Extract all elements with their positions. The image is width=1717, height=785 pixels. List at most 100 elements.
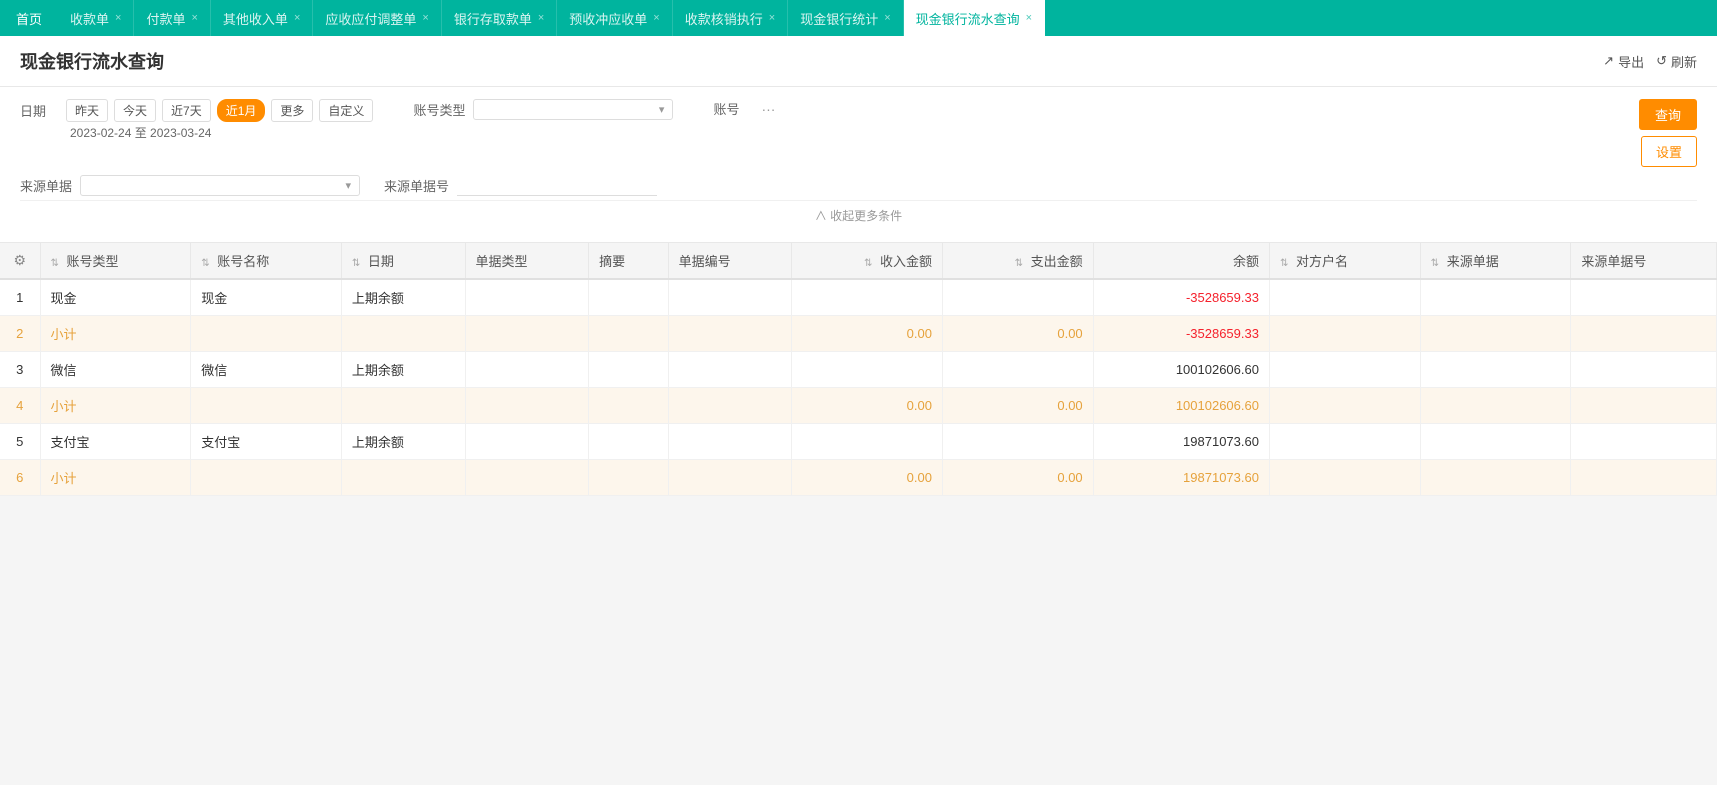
row-source-doc — [1420, 460, 1571, 496]
th-income[interactable]: ⇅ 收入金额 — [792, 243, 943, 279]
row-income — [792, 279, 943, 316]
nav-tab-bank-deposit[interactable]: 银行存取款单 × — [442, 0, 557, 36]
close-icon[interactable]: × — [115, 12, 121, 24]
date-btn-1month[interactable]: 近1月 — [217, 99, 266, 122]
th-account-name[interactable]: ⇅ 账号名称 — [191, 243, 342, 279]
row-date: 上期余额 — [341, 352, 465, 388]
page-header: 现金银行流水查询 ↗ 导出 ↺ 刷新 — [0, 36, 1717, 87]
row-doc-no — [668, 279, 792, 316]
table-header: ⚙ ⇅ 账号类型 ⇅ 账号名称 ⇅ 日期 单据类型 摘要 — [0, 243, 1717, 279]
chevron-down-icon: ▾ — [345, 179, 351, 192]
th-source-doc[interactable]: ⇅ 来源单据 — [1420, 243, 1571, 279]
row-account-name: 支付宝 — [191, 424, 342, 460]
account-type-label: 账号类型 — [413, 100, 465, 119]
settings-icon[interactable]: ⚙ — [13, 252, 26, 268]
date-btn-yesterday[interactable]: 昨天 — [66, 99, 108, 122]
close-icon[interactable]: × — [538, 12, 544, 24]
source-doc-no-group: 来源单据号 — [384, 176, 657, 196]
row-source-doc — [1420, 279, 1571, 316]
table-row: 2 小计 0.00 0.00 -3528659.33 — [0, 316, 1717, 352]
row-balance: 19871073.60 — [1093, 460, 1269, 496]
sort-icon: ⇅ — [201, 258, 209, 269]
th-summary: 摘要 — [589, 243, 669, 279]
nav-home[interactable]: 首页 — [0, 0, 58, 36]
nav-tab-other-income[interactable]: 其他收入单 × — [211, 0, 313, 36]
close-icon[interactable]: × — [884, 12, 890, 24]
row-summary — [589, 279, 669, 316]
source-doc-no-input[interactable] — [457, 176, 657, 196]
close-icon[interactable]: × — [294, 12, 300, 24]
row-expense: 0.00 — [942, 460, 1093, 496]
close-icon[interactable]: × — [769, 12, 775, 24]
row-account-name: 现金 — [191, 279, 342, 316]
row-account-type: 小计 — [40, 460, 191, 496]
close-icon[interactable]: × — [191, 12, 197, 24]
table-row: 3 微信 微信 上期余额 100102606.60 — [0, 352, 1717, 388]
row-counterpart — [1269, 279, 1420, 316]
date-btn-7days[interactable]: 近7天 — [162, 99, 211, 122]
row-num: 4 — [0, 388, 40, 424]
row-doc-type — [465, 279, 589, 316]
date-range-display: 2023-02-24 至 2023-03-24 — [70, 126, 211, 140]
export-button[interactable]: ↗ 导出 — [1603, 52, 1644, 71]
table-row: 1 现金 现金 上期余额 -3528659.33 — [0, 279, 1717, 316]
date-btn-custom[interactable]: 自定义 — [319, 99, 373, 122]
row-income: 0.00 — [792, 316, 943, 352]
row-balance: 100102606.60 — [1093, 388, 1269, 424]
nav-tab-stats[interactable]: 现金银行统计 × — [788, 0, 903, 36]
collapse-bar[interactable]: ∧ 收起更多条件 — [20, 200, 1697, 230]
account-label: 账号 — [713, 99, 753, 118]
account-type-select[interactable]: ▾ — [473, 99, 673, 120]
refresh-button[interactable]: ↺ 刷新 — [1656, 52, 1697, 71]
th-doc-type: 单据类型 — [465, 243, 589, 279]
sort-icon: ⇅ — [1431, 258, 1439, 269]
row-doc-no — [668, 424, 792, 460]
row-doc-type — [465, 388, 589, 424]
export-icon: ↗ — [1603, 53, 1614, 69]
row-summary — [589, 316, 669, 352]
row-counterpart — [1269, 388, 1420, 424]
close-icon[interactable]: × — [1026, 12, 1032, 24]
row-balance: -3528659.33 — [1093, 316, 1269, 352]
account-dots[interactable]: ··· — [761, 101, 775, 117]
close-icon[interactable]: × — [422, 12, 428, 24]
row-source-doc-no — [1571, 316, 1717, 352]
date-btn-today[interactable]: 今天 — [114, 99, 156, 122]
settings-button[interactable]: 设置 — [1641, 136, 1697, 167]
date-btn-more[interactable]: 更多 — [271, 99, 313, 122]
flow-table: ⚙ ⇅ 账号类型 ⇅ 账号名称 ⇅ 日期 单据类型 摘要 — [0, 243, 1717, 496]
row-source-doc-no — [1571, 388, 1717, 424]
row-source-doc — [1420, 424, 1571, 460]
nav-tab-receipts[interactable]: 收款单 × — [58, 0, 134, 36]
row-income — [792, 352, 943, 388]
source-doc-select[interactable]: ▾ — [80, 175, 360, 196]
th-doc-no: 单据编号 — [668, 243, 792, 279]
th-account-type[interactable]: ⇅ 账号类型 — [40, 243, 191, 279]
row-source-doc-no — [1571, 352, 1717, 388]
close-icon[interactable]: × — [653, 12, 659, 24]
nav-tab-adjustment[interactable]: 应收应付调整单 × — [313, 0, 441, 36]
source-doc-label: 来源单据 — [20, 176, 72, 195]
query-button[interactable]: 查询 — [1639, 99, 1697, 130]
row-expense — [942, 352, 1093, 388]
th-expense[interactable]: ⇅ 支出金额 — [942, 243, 1093, 279]
date-filter-group: 日期 昨天 今天 近7天 近1月 更多 自定义 2023-02-24 至 202… — [20, 99, 373, 141]
refresh-icon: ↺ — [1656, 53, 1667, 69]
row-counterpart — [1269, 316, 1420, 352]
row-account-name — [191, 460, 342, 496]
row-date — [341, 460, 465, 496]
row-num: 6 — [0, 460, 40, 496]
nav-tab-prepay[interactable]: 预收冲应收单 × — [557, 0, 672, 36]
nav-tab-payments[interactable]: 付款单 × — [134, 0, 210, 36]
row-summary — [589, 388, 669, 424]
sort-icon: ⇅ — [51, 258, 59, 269]
row-counterpart — [1269, 352, 1420, 388]
th-date[interactable]: ⇅ 日期 — [341, 243, 465, 279]
row-income: 0.00 — [792, 460, 943, 496]
account-type-filter: 账号类型 ▾ — [413, 99, 673, 120]
row-account-type: 现金 — [40, 279, 191, 316]
th-counterpart[interactable]: ⇅ 对方户名 — [1269, 243, 1420, 279]
nav-tab-flow-query[interactable]: 现金银行流水查询 × — [904, 0, 1045, 36]
nav-tab-verify[interactable]: 收款核销执行 × — [673, 0, 788, 36]
row-balance: 19871073.60 — [1093, 424, 1269, 460]
